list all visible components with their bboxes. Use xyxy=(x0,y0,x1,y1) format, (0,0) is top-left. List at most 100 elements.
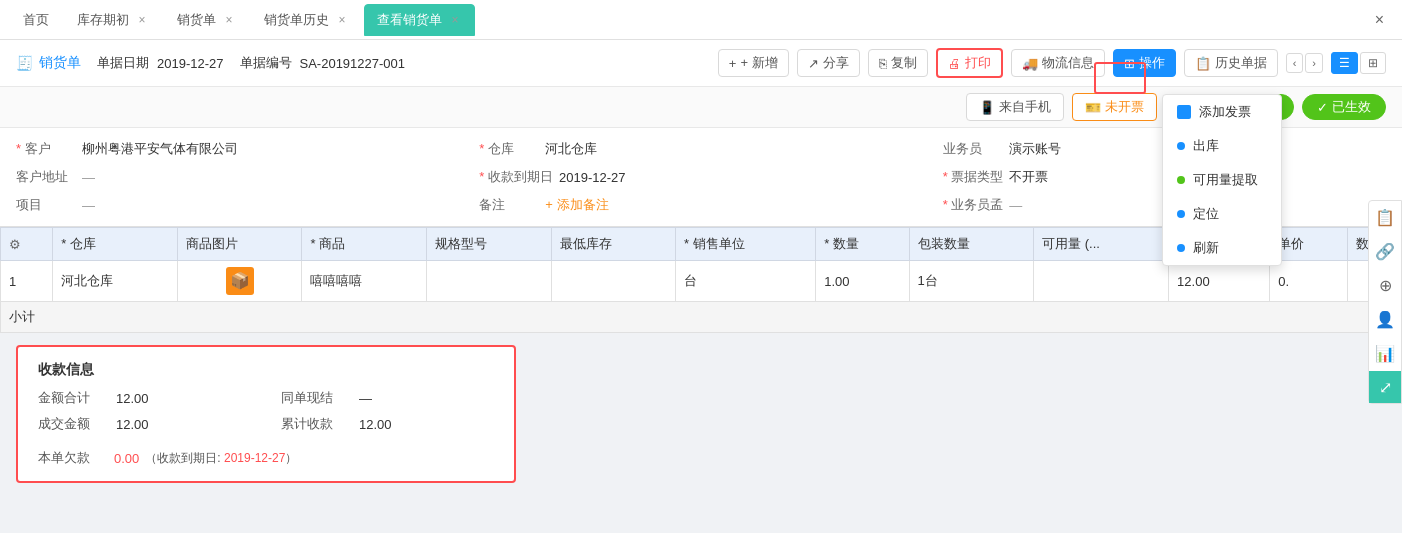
th-min-stock: 最低库存 xyxy=(551,228,676,261)
deal-amount-item: 成交金额 12.00 xyxy=(38,415,251,433)
invoice-label: 票据类型 xyxy=(943,168,1004,186)
sidebar-icon-6[interactable]: ⤢ xyxy=(1369,371,1401,403)
add-invoice-item[interactable]: 添加发票 xyxy=(1163,95,1281,129)
effect-icon: ✓ xyxy=(1317,100,1328,115)
sidebar-icon-5[interactable]: 📊 xyxy=(1369,337,1401,369)
tab-view-label: 查看销货单 xyxy=(377,11,442,29)
sidebar-icon-1[interactable]: 📋 xyxy=(1369,201,1401,233)
copy-icon: ⎘ xyxy=(879,56,887,71)
warehouse-out-item[interactable]: 出库 xyxy=(1163,129,1281,163)
tab-sales-order[interactable]: 销货单 × xyxy=(164,4,249,36)
address-label: 客户地址 xyxy=(16,168,76,186)
total-amount-item: 金额合计 12.00 xyxy=(38,389,251,407)
config-icon[interactable]: ⚙ xyxy=(9,237,21,252)
due-date-value: 2019-12-27 xyxy=(224,451,285,465)
refresh-item[interactable]: 刷新 xyxy=(1163,231,1281,265)
add-note-button[interactable]: + 添加备注 xyxy=(545,196,608,214)
doc-no-area: 单据编号 SA-20191227-001 xyxy=(240,54,406,72)
history-label: 历史单据 xyxy=(1215,54,1267,72)
th-spec: 规格型号 xyxy=(426,228,551,261)
ticket-icon: 🎫 xyxy=(1085,100,1101,115)
operation-button[interactable]: ⊞ 操作 xyxy=(1113,49,1176,77)
tab-inventory-close[interactable]: × xyxy=(135,13,149,27)
payment-grid: 金额合计 12.00 同单现结 — 成交金额 12.00 累计收款 12.00 … xyxy=(38,389,494,467)
next-button[interactable]: › xyxy=(1305,53,1323,73)
form-title-area: 🧾 销货单 xyxy=(16,54,81,72)
table-row: 1 河北仓库 📦 嘻嘻嘻嘻 台 1.00 1台 12.00 0. xyxy=(1,261,1402,302)
tab-view-sales[interactable]: 查看销货单 × xyxy=(364,4,475,36)
refresh-icon xyxy=(1177,244,1185,252)
add-invoice-icon xyxy=(1177,105,1191,119)
td-min-stock xyxy=(551,261,676,302)
close-window-button[interactable]: × xyxy=(1367,7,1392,33)
th-pack-qty: 包装数量 xyxy=(909,228,1034,261)
customer-field: 客户 柳州粤港平安气体有限公司 xyxy=(16,140,459,158)
nav-arrows: ‹ › xyxy=(1286,53,1323,73)
doc-date-area: 单据日期 2019-12-27 xyxy=(97,54,224,72)
cumulative-receipt-value: 12.00 xyxy=(359,417,392,432)
warehouse-out-icon xyxy=(1177,142,1185,150)
locate-item[interactable]: 定位 xyxy=(1163,197,1281,231)
tab-history-close[interactable]: × xyxy=(335,13,349,27)
list-view-button[interactable]: ☰ xyxy=(1331,52,1358,74)
tab-home-label: 首页 xyxy=(23,11,49,29)
from-mobile-button[interactable]: 📱 来自手机 xyxy=(966,93,1064,121)
project-label: 项目 xyxy=(16,196,76,214)
warehouse-field: 仓库 河北仓库 xyxy=(479,140,922,158)
operation-dropdown: 添加发票 出库 可用量提取 定位 刷新 xyxy=(1162,94,1282,266)
sidebar-icon-4[interactable]: 👤 xyxy=(1369,303,1401,335)
doc-no-value: SA-20191227-001 xyxy=(300,56,406,71)
sidebar-icon-3[interactable]: ⊕ xyxy=(1369,269,1401,301)
share-button[interactable]: ↗ 分享 xyxy=(797,49,860,77)
toolbar-right: + + 新增 ↗ 分享 ⎘ 复制 🖨 打印 🚚 物流信息 ⊞ 操作 xyxy=(718,48,1386,78)
tab-inventory-label: 库存期初 xyxy=(77,11,129,29)
share-icon: ↗ xyxy=(808,56,819,71)
current-owe-label: 本单欠款 xyxy=(38,449,108,467)
date-label: 单据日期 xyxy=(97,54,149,72)
copy-button[interactable]: ⎘ 复制 xyxy=(868,49,928,77)
sidebar-icon-2[interactable]: 🔗 xyxy=(1369,235,1401,267)
new-icon: + xyxy=(729,56,737,71)
due-date-info: （收款到期日: 2019-12-27） xyxy=(145,450,297,467)
customer-label: 客户 xyxy=(16,140,76,158)
salesperson-value: — xyxy=(1009,198,1022,213)
history-icon: 📋 xyxy=(1195,56,1211,71)
tab-sales-close[interactable]: × xyxy=(222,13,236,27)
address-field: 客户地址 — xyxy=(16,168,459,186)
tab-view-close[interactable]: × xyxy=(448,13,462,27)
td-warehouse: 河北仓库 xyxy=(53,261,178,302)
effect-label: 已生效 xyxy=(1332,98,1371,116)
effect-badge[interactable]: ✓ 已生效 xyxy=(1302,94,1386,120)
td-qty: 1.00 xyxy=(816,261,909,302)
refresh-label: 刷新 xyxy=(1193,239,1219,257)
not-opened-button[interactable]: 🎫 未开票 xyxy=(1072,93,1157,121)
cumulative-receipt-item: 累计收款 12.00 xyxy=(281,415,494,433)
payment-date-value: 2019-12-27 xyxy=(559,170,626,185)
product-thumbnail: 📦 xyxy=(226,267,254,295)
history-button[interactable]: 📋 历史单据 xyxy=(1184,49,1278,77)
td-spec xyxy=(426,261,551,302)
tab-sales-label: 销货单 xyxy=(177,11,216,29)
td-unit: 台 xyxy=(676,261,816,302)
form-title-text: 销货单 xyxy=(39,54,81,72)
new-button[interactable]: + + 新增 xyxy=(718,49,789,77)
print-button[interactable]: 🖨 打印 xyxy=(936,48,1003,78)
doc-no-label: 单据编号 xyxy=(240,54,292,72)
payment-title: 收款信息 xyxy=(38,361,494,379)
tab-home[interactable]: 首页 xyxy=(10,4,62,36)
add-invoice-label: 添加发票 xyxy=(1199,103,1251,121)
sales-order-icon: 🧾 xyxy=(16,55,33,71)
grid-view-button[interactable]: ⊞ xyxy=(1360,52,1386,74)
logistics-button[interactable]: 🚚 物流信息 xyxy=(1011,49,1105,77)
warehouse-value: 河北仓库 xyxy=(545,140,597,158)
prev-button[interactable]: ‹ xyxy=(1286,53,1304,73)
tab-sales-history[interactable]: 销货单历史 × xyxy=(251,4,362,36)
cumulative-receipt-label: 累计收款 xyxy=(281,415,351,433)
date-value: 2019-12-27 xyxy=(157,56,224,71)
deal-amount-label: 成交金额 xyxy=(38,415,108,433)
th-config: ⚙ xyxy=(1,228,53,261)
tab-inventory-init[interactable]: 库存期初 × xyxy=(64,4,162,36)
not-opened-label: 未开票 xyxy=(1105,98,1144,116)
staff-value: 演示账号 xyxy=(1009,140,1061,158)
available-qty-item[interactable]: 可用量提取 xyxy=(1163,163,1281,197)
